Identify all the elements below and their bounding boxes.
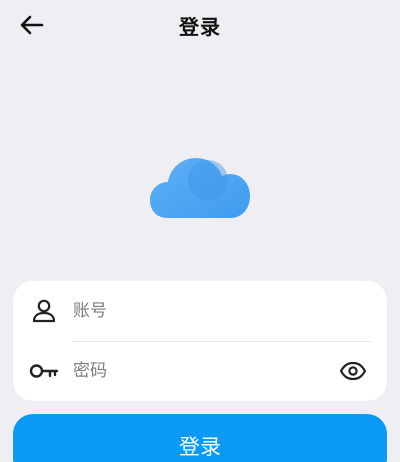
- login-screen: 登录 账号 登录: [0, 0, 400, 462]
- eye-icon: [339, 361, 367, 381]
- login-button[interactable]: 登录: [13, 414, 387, 462]
- person-icon: [29, 297, 59, 325]
- password-row: [13, 341, 387, 401]
- login-form-card: [13, 281, 387, 401]
- account-input[interactable]: [73, 294, 323, 328]
- cloud-logo: [148, 154, 252, 224]
- top-bar: 登录: [0, 0, 400, 52]
- key-icon: [29, 357, 59, 385]
- password-visibility-toggle[interactable]: [339, 357, 367, 385]
- account-row: [13, 281, 387, 341]
- cloud-icon: [150, 158, 250, 218]
- page-title: 登录: [179, 15, 221, 39]
- password-input[interactable]: [73, 354, 323, 388]
